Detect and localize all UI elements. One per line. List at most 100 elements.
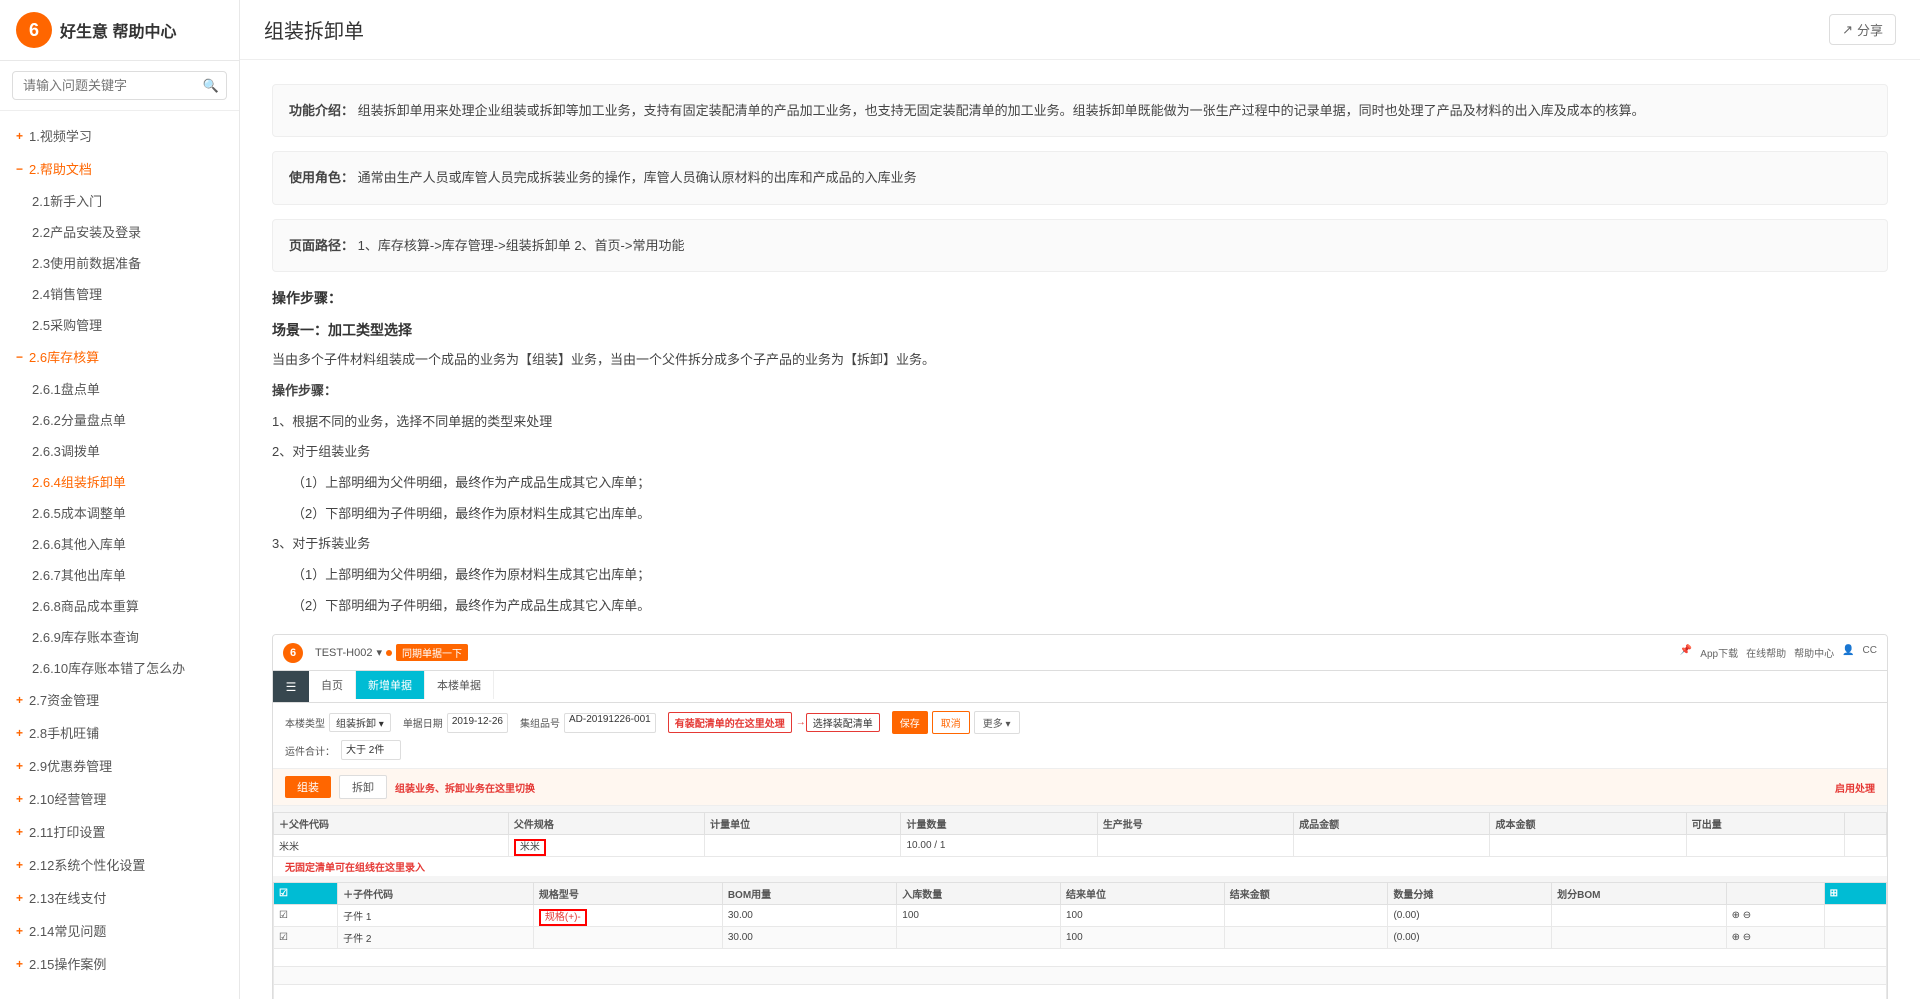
lower-th-unit: 结来单位 <box>1061 883 1225 905</box>
sidebar-item-2-6-8[interactable]: 2.6.8商品成本重算 <box>0 590 239 621</box>
lower-td-code-1: 子件 1 <box>338 905 534 927</box>
upper-th-2: 计量单位 <box>705 813 901 835</box>
form-id-group: 集组品号 AD-20191226-001 <box>520 713 656 733</box>
lower-td-spec1-highlight: 规格(+)- <box>539 909 587 926</box>
lower-td-share-1: (0.00) <box>1388 905 1552 927</box>
type-btn-disassemble[interactable]: 拆卸 <box>339 775 387 799</box>
upper-th-8 <box>1844 813 1886 835</box>
sidebar-item-2-2[interactable]: 2.2产品安装及登录 <box>0 216 239 247</box>
step2-2: （2）下部明细为子件明细，最终作为原材料生成其它出库单。 <box>272 502 1888 527</box>
lower-th-inqty: 入库数量 <box>897 883 1061 905</box>
sidebar-item-2-6-7[interactable]: 2.6.7其他出库单 <box>0 559 239 590</box>
lower-th-divbom: 划分BOM <box>1552 883 1726 905</box>
annotation1-target[interactable]: 选择装配清单 <box>806 713 880 732</box>
lower-td-div-2 <box>1552 927 1726 949</box>
sidebar-item-2-14[interactable]: + 2.14常见问题 <box>0 914 239 947</box>
lower-td-inqty-2 <box>897 927 1061 949</box>
sidebar-item-2-3[interactable]: 2.3使用前数据准备 <box>0 247 239 278</box>
sidebar-item-2-12[interactable]: + 2.12系统个性化设置 <box>0 848 239 881</box>
sidebar-item-2-11[interactable]: + 2.11打印设置 <box>0 815 239 848</box>
upper-td-avail <box>1686 835 1844 857</box>
inner-period-btn[interactable]: 同期单据一下 <box>396 644 468 661</box>
lower-table-body: ☑ 子件 1 规格(+)- 30.00 100 100 (0.00 <box>274 905 1887 999</box>
inner-tab-new[interactable]: 新增单据 <box>356 671 425 699</box>
inner-cancel-btn[interactable]: 取消 <box>932 711 970 734</box>
sidebar-item-2-6[interactable]: − 2.6库存核算 <box>0 340 239 373</box>
inner-app: 6 TEST-H002 ▾ 同期单据一下 📌 App下载 在线帮助 <box>273 635 1887 999</box>
sidebar-item-2-7[interactable]: + 2.7资金管理 <box>0 683 239 716</box>
expand-icon-2-10: + <box>16 792 23 806</box>
expand-icon-2-14: + <box>16 924 23 938</box>
expand-icon-2-7: + <box>16 693 23 707</box>
inner-top-right: 📌 App下载 在线帮助 帮助中心 👤 CC <box>1680 645 1877 660</box>
sidebar-item-2-6-10[interactable]: 2.6.10库存账本错了怎么办 <box>0 652 239 683</box>
inner-tab-detail[interactable]: 本楼单据 <box>425 671 494 699</box>
sidebar-item-2-6-3[interactable]: 2.6.3调拨单 <box>0 435 239 466</box>
search-input[interactable] <box>12 71 227 100</box>
lower-th-checkbox: ☑ <box>274 883 338 905</box>
expand-icon-2-11: + <box>16 825 23 839</box>
sidebar-item-2[interactable]: − 2.帮助文档 <box>0 152 239 185</box>
sidebar-item-2-6-5[interactable]: 2.6.5成本调整单 <box>0 497 239 528</box>
sidebar-item-2-15[interactable]: + 2.15操作案例 <box>0 947 239 980</box>
lower-row-5 <box>274 985 1887 999</box>
upper-table-header-row: ＋父件代码 父件规格 计量单位 计量数量 生产批号 成品金额 成本金额 可出量 <box>274 813 1887 835</box>
sidebar-item-2-6-1[interactable]: 2.6.1盘点单 <box>0 373 239 404</box>
inner-hamburger[interactable]: ☰ <box>273 671 309 702</box>
step1: 1、根据不同的业务，选择不同单据的类型来处理 <box>272 410 1888 435</box>
type-btn-assemble[interactable]: 组装 <box>285 776 331 798</box>
expand-icon-2-13: + <box>16 891 23 905</box>
inner-save-btn[interactable]: 保存 <box>892 711 928 734</box>
inner-form-row2: 运件合计： 大于 2件 <box>285 740 1875 760</box>
sidebar-item-2-9[interactable]: + 2.9优惠券管理 <box>0 749 239 782</box>
expand-icon-1: + <box>16 129 23 143</box>
upper-th-6: 成本金额 <box>1490 813 1686 835</box>
lower-table: ☑ ＋子件代码 规格型号 BOM用量 入库数量 结来单位 结来金额 数量分摊 划… <box>273 882 1887 999</box>
path-text: 1、库存核算->库存管理->组装拆卸单 2、首页->常用功能 <box>358 238 685 253</box>
sidebar: 6 好生意 帮助中心 🔍 + 1.视频学习 − 2.帮助文档 2.1新手入门 2… <box>0 0 240 999</box>
ops-steps-title: 操作步骤： <box>272 379 1888 404</box>
sidebar-item-2-5[interactable]: 2.5采购管理 <box>0 309 239 340</box>
annotation1-text: 有装配清单的在这里处理 <box>668 712 792 733</box>
sidebar-item-2-6-9[interactable]: 2.6.9库存账本查询 <box>0 621 239 652</box>
sidebar-item-1[interactable]: + 1.视频学习 <box>0 119 239 152</box>
upper-table-body: 米米 米米 10.00 / 1 <box>274 835 1887 857</box>
annotation4-bar: 无固定清单可在组线在这里录入 <box>273 857 1887 876</box>
form-type-select[interactable]: 组装拆卸 ▾ <box>329 713 391 732</box>
inner-form-area: 本楼类型 组装拆卸 ▾ 单据日期 2019-12-26 集组品号 AD-2019… <box>273 703 1887 769</box>
lower-th-spec: 规格型号 <box>533 883 722 905</box>
upper-td-qty: 10.00 / 1 <box>901 835 1097 857</box>
step3-2: （2）下部明细为子件明细，最终作为产成品生成其它入库单。 <box>272 594 1888 619</box>
step3-1: （1）上部明细为父件明细，最终作为原材料生成其它出库单； <box>272 563 1888 588</box>
path-label: 页面路径： <box>289 238 354 253</box>
lower-th-action <box>1726 883 1824 905</box>
role-block: 使用角色： 通常由生产人员或库管人员完成拆装业务的操作，库管人员确认原材料的出库… <box>272 151 1888 204</box>
form-date-value[interactable]: 2019-12-26 <box>447 713 508 733</box>
inner-avatar: 👤 <box>1842 645 1854 660</box>
expand-icon-2-8: + <box>16 726 23 740</box>
feature-intro-label: 功能介绍： <box>289 103 354 118</box>
inner-tab-home[interactable]: 自页 <box>309 671 356 699</box>
sidebar-item-2-8[interactable]: + 2.8手机旺铺 <box>0 716 239 749</box>
share-label: 分享 <box>1857 20 1883 39</box>
sidebar-item-2-13[interactable]: + 2.13在线支付 <box>0 881 239 914</box>
sidebar-item-2-1[interactable]: 2.1新手入门 <box>0 185 239 216</box>
sidebar-item-2-4[interactable]: 2.4销售管理 <box>0 278 239 309</box>
lower-td-exp-1 <box>1824 905 1886 927</box>
sidebar-item-2-6-4[interactable]: 2.6.4组装拆卸单 <box>0 466 239 497</box>
search-box[interactable]: 🔍 <box>0 61 239 111</box>
lower-td-unit-1: 100 <box>1061 905 1225 927</box>
sidebar-item-2-10[interactable]: + 2.10经营管理 <box>0 782 239 815</box>
upper-th-4: 生产批号 <box>1097 813 1293 835</box>
inner-nav-arrow: ▾ <box>376 646 382 659</box>
lower-row-4 <box>274 967 1887 985</box>
share-button[interactable]: ↗ 分享 <box>1829 14 1896 45</box>
lower-table-area: ☑ ＋子件代码 规格型号 BOM用量 入库数量 结来单位 结来金额 数量分摊 划… <box>273 876 1887 999</box>
lower-th-amount: 结来金额 <box>1224 883 1388 905</box>
form-id-value[interactable]: AD-20191226-001 <box>564 713 656 733</box>
lower-td-act-1: ⊕ ⊖ <box>1726 905 1824 927</box>
sidebar-item-2-6-6[interactable]: 2.6.6其他入库单 <box>0 528 239 559</box>
inner-more-btn[interactable]: 更多 ▾ <box>974 711 1020 734</box>
sidebar-item-2-6-2[interactable]: 2.6.2分量盘点单 <box>0 404 239 435</box>
upper-th-7: 可出量 <box>1686 813 1844 835</box>
